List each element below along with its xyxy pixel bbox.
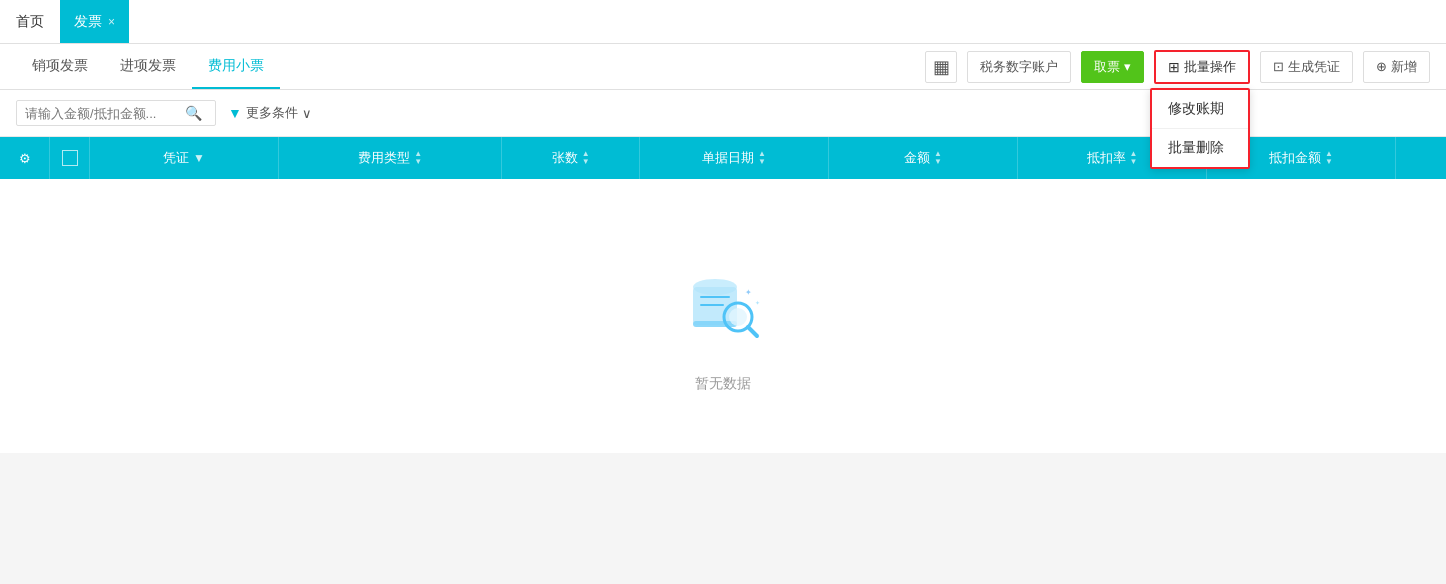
tax-account-button[interactable]: 税务数字账户 [967,51,1071,83]
svg-rect-2 [693,321,737,327]
search-input[interactable] [25,106,185,121]
dropdown-item-modify-period[interactable]: 修改账期 [1152,90,1248,129]
batch-icon: ⊞ [1168,59,1180,75]
deduct-rate-sort-icon[interactable]: ▲▼ [1130,150,1138,166]
batch-operation-container: ⊞ 批量操作 修改账期 批量删除 [1154,50,1250,84]
voucher-icon: ⊡ [1273,59,1284,74]
empty-state: ✦ ✦ 暂无数据 [0,179,1446,453]
add-label: 新增 [1391,58,1417,76]
nav-tab-label: 发票 [74,13,102,31]
qr-button[interactable]: ▦ [925,51,957,83]
deduct-amount-sort-icon[interactable]: ▲▼ [1325,150,1333,166]
search-icon[interactable]: 🔍 [185,105,202,121]
count-sort-icon[interactable]: ▲▼ [582,150,590,166]
th-date: 单据日期 ▲▼ [640,137,829,179]
voucher-label: 生成凭证 [1288,58,1340,76]
sub-tabs-left: 销项发票 进项发票 费用小票 [16,44,280,89]
sub-tabs-bar: 销项发票 进项发票 费用小票 ▦ 税务数字账户 取票 ▾ ⊞ [0,44,1446,90]
add-button[interactable]: ⊕ 新增 [1363,51,1430,83]
batch-dropdown-menu: 修改账期 批量删除 [1150,88,1250,169]
batch-label: 批量操作 [1184,58,1236,76]
nav-tab-invoice[interactable]: 发票 × [60,0,129,43]
add-icon: ⊕ [1376,59,1387,74]
nav-tab-close[interactable]: × [108,15,115,29]
th-amount: 金额 ▲▼ [829,137,1018,179]
tab-expense[interactable]: 费用小票 [192,44,280,89]
th-gear[interactable]: ⚙ [0,137,50,179]
svg-text:✦: ✦ [755,300,760,306]
svg-point-6 [729,308,747,326]
empty-icon: ✦ ✦ [673,259,773,359]
table-container: ⚙ 凭证 ▼ 费用类型 ▲▼ 张数 ▲▼ 单据日期 ▲▼ 金额 [0,137,1446,453]
fetch-ticket-button[interactable]: 取票 ▾ [1081,51,1144,83]
sub-tabs-right: ▦ 税务数字账户 取票 ▾ ⊞ 批量操作 修改账期 [925,50,1430,84]
tab-sales[interactable]: 销项发票 [16,44,104,89]
empty-state-label: 暂无数据 [695,375,751,393]
select-all-checkbox[interactable] [62,150,78,166]
fetch-arrow-icon: ▾ [1124,59,1131,74]
th-more [1396,137,1446,179]
filter-icon: ▼ [228,105,242,121]
tax-account-label: 税务数字账户 [980,58,1058,76]
voucher-filter-icon[interactable]: ▼ [193,151,205,165]
batch-operation-button[interactable]: ⊞ 批量操作 [1154,50,1250,84]
svg-line-7 [748,327,757,336]
top-nav: 首页 发票 × [0,0,1446,44]
dropdown-item-batch-delete[interactable]: 批量删除 [1152,129,1248,167]
generate-voucher-button[interactable]: ⊡ 生成凭证 [1260,51,1353,83]
svg-text:✦: ✦ [745,288,752,297]
more-conditions-button[interactable]: ▼ 更多条件 ∨ [228,104,312,122]
expense-sort-icon[interactable]: ▲▼ [414,150,422,166]
search-input-wrap: 🔍 [16,100,216,126]
more-conditions-arrow: ∨ [302,106,312,121]
th-count: 张数 ▲▼ [502,137,639,179]
qr-icon: ▦ [933,56,950,78]
th-voucher: 凭证 ▼ [90,137,279,179]
th-expense-type: 费用类型 ▲▼ [279,137,502,179]
nav-home[interactable]: 首页 [0,0,60,43]
tab-purchase[interactable]: 进项发票 [104,44,192,89]
date-sort-icon[interactable]: ▲▼ [758,150,766,166]
more-conditions-label: 更多条件 [246,104,298,122]
th-check[interactable] [50,137,90,179]
gear-icon: ⚙ [19,151,31,166]
amount-sort-icon[interactable]: ▲▼ [934,150,942,166]
fetch-label: 取票 [1094,58,1120,76]
